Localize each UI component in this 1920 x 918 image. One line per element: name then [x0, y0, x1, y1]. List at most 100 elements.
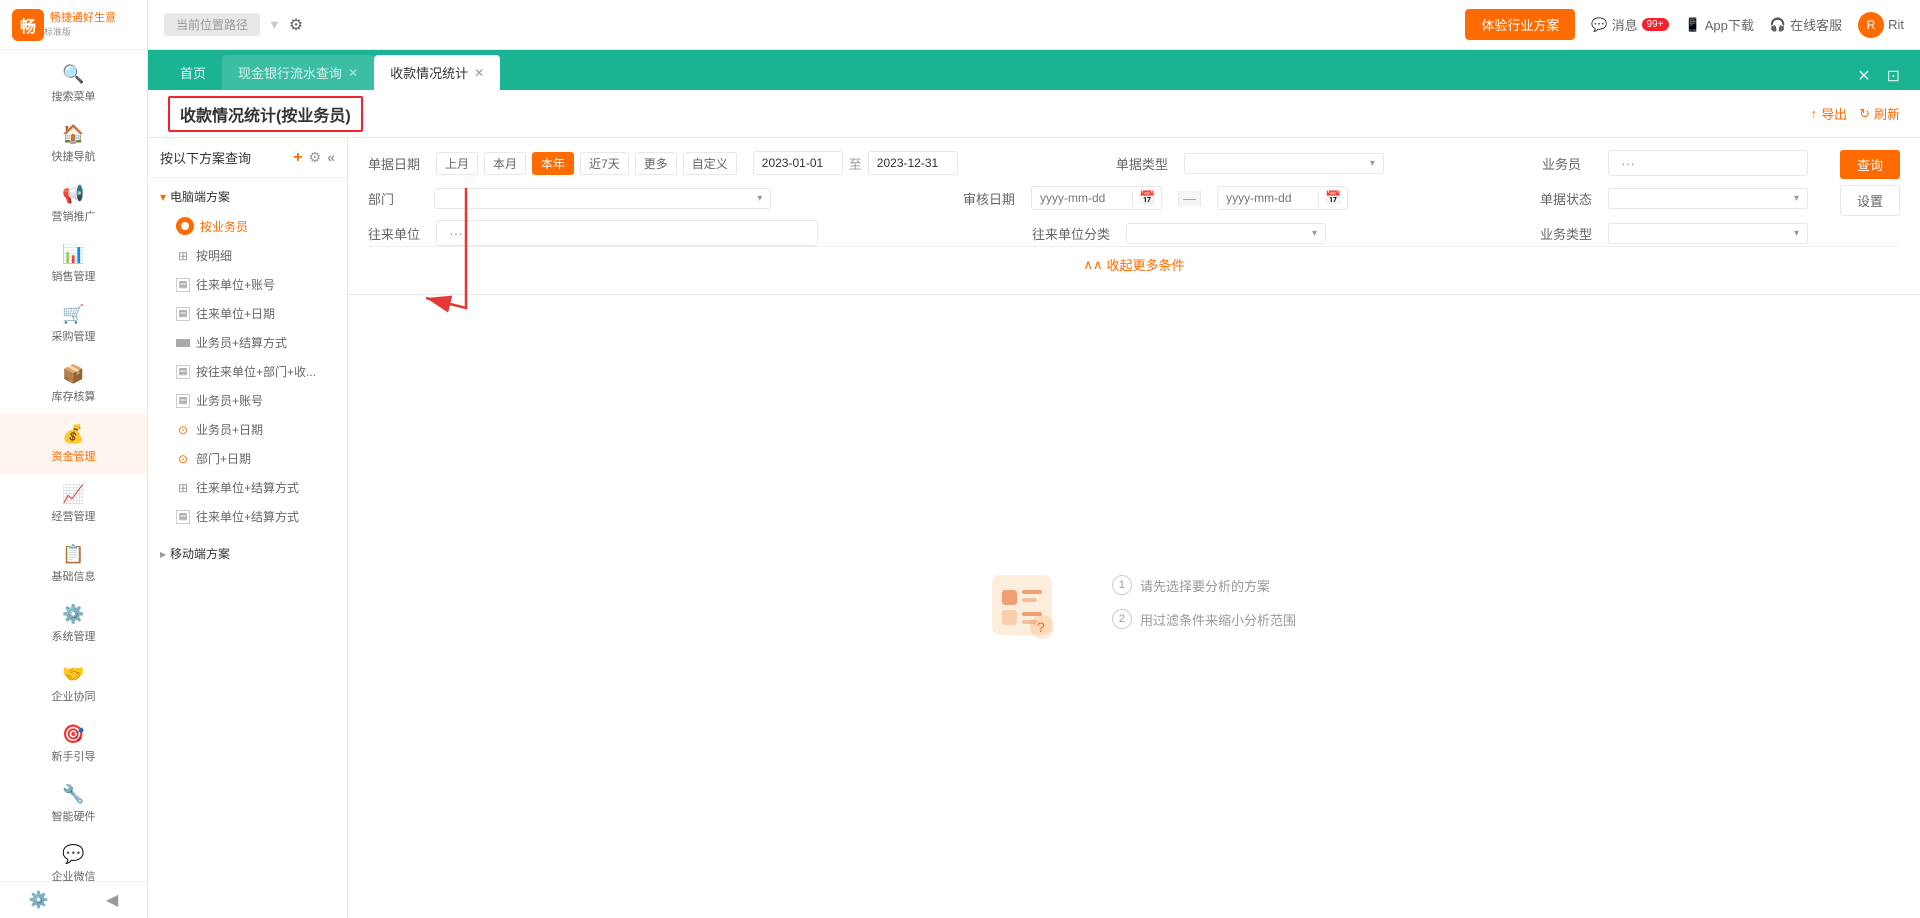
audit-date-to-input[interactable] — [1218, 187, 1318, 209]
audit-date-to-calendar[interactable]: 📅 — [1318, 190, 1347, 206]
tab-receipt-close[interactable]: ✕ — [474, 66, 484, 80]
scheme-supplier-account[interactable]: ▤ 往来单位+账号 — [164, 270, 347, 299]
supplier-dept-icon: ▤ — [176, 365, 190, 379]
date-btn-custom[interactable]: 自定义 — [683, 152, 737, 175]
partner-category-select[interactable]: ▾ — [1126, 223, 1326, 244]
sidebar-item-corp[interactable]: 🤝 企业协同 — [0, 654, 147, 714]
partner-select[interactable]: ··· — [436, 220, 818, 246]
mobile-section-label: 移动端方案 — [170, 545, 230, 562]
sidebar-item-operation[interactable]: 📈 经营管理 — [0, 474, 147, 534]
tab-cashflow[interactable]: 现金银行流水查询 ✕ — [222, 55, 374, 90]
cart-icon: 🛒 — [62, 304, 84, 325]
logo-name: 畅捷通好生意 — [50, 11, 116, 25]
sidebar-label-quicknav: 快捷导航 — [52, 148, 96, 164]
sidebar-item-quicknav[interactable]: 🏠 快捷导航 — [0, 114, 147, 174]
sidebar-item-system[interactable]: ⚙️ 系统管理 — [0, 594, 147, 654]
mobile-section-arrow: ▸ — [160, 547, 166, 561]
date-btn-this-year[interactable]: 本年 — [532, 152, 574, 175]
audit-date-from-calendar[interactable]: 📅 — [1132, 190, 1161, 206]
salesperson-select[interactable]: ··· — [1608, 150, 1808, 176]
tab-home[interactable]: 首页 — [164, 55, 222, 90]
salesperson-filter-label: 业务员 — [1542, 154, 1592, 173]
salesperson-more-icon[interactable]: ··· — [1621, 155, 1635, 171]
tab-cashflow-close[interactable]: ✕ — [348, 66, 358, 80]
sidebar-item-inventory[interactable]: 📦 库存核算 — [0, 354, 147, 414]
scheme-salesperson-account[interactable]: ▤ 业务员+账号 — [164, 386, 347, 415]
export-button[interactable]: ↑ 导出 — [1811, 104, 1848, 123]
collapse-sidebar-icon[interactable]: ◀ — [106, 890, 118, 910]
scheme-supplier-dept[interactable]: ▤ 按往来单位+部门+收... — [164, 357, 347, 386]
audit-date-label: 审核日期 — [963, 189, 1015, 208]
breadcrumb: 当前位置路径 — [164, 13, 260, 36]
sidebar-item-finance[interactable]: 💰 资金管理 — [0, 414, 147, 474]
sidebar-item-guide[interactable]: 🎯 新手引导 — [0, 714, 147, 774]
scheme-by-salesperson[interactable]: 按业务员 — [164, 211, 347, 241]
sidebar-item-wechat[interactable]: 💬 企业微信 — [0, 834, 147, 881]
partner-category-chevron: ▾ — [1312, 228, 1317, 239]
desktop-schemes-section: ▾ 电脑端方案 按业务员 ⊞ 按明细 ▤ — [148, 178, 347, 535]
partner-more-icon[interactable]: ··· — [449, 225, 463, 241]
logo-icon: 畅 — [12, 9, 44, 41]
tabs-bar: 首页 现金银行流水查询 ✕ 收款情况统计 ✕ ✕ ⊡ — [148, 50, 1920, 90]
user-avatar[interactable]: R Rit — [1858, 12, 1904, 38]
step-1-num: 1 — [1112, 575, 1132, 595]
dept-select[interactable]: ▾ — [434, 188, 771, 209]
app-download-button[interactable]: 📱 App下载 — [1685, 15, 1754, 34]
add-scheme-button[interactable]: + — [293, 149, 302, 167]
close-all-tabs-button[interactable]: ✕ — [1853, 62, 1874, 90]
dept-chevron: ▾ — [757, 193, 762, 204]
date-btn-last-month[interactable]: 上月 — [436, 152, 478, 175]
scheme-supplier-date[interactable]: ▤ 往来单位+日期 — [164, 299, 347, 328]
audit-date-separator: — — [1178, 191, 1201, 206]
page-actions: ↑ 导出 ↻ 刷新 — [1811, 104, 1900, 123]
scheme-settings-icon[interactable]: ⚙ — [309, 149, 322, 167]
date-btn-7days[interactable]: 近7天 — [580, 152, 629, 175]
collapse-more-conditions[interactable]: ∧∧ 收起更多条件 — [368, 246, 1900, 282]
message-button[interactable]: 💬 消息 99+ — [1591, 15, 1668, 34]
date-to-input[interactable] — [868, 151, 958, 175]
collapse-panel-icon[interactable]: « — [327, 149, 335, 167]
online-service-label: 在线客服 — [1790, 15, 1842, 34]
panel-header-icons: + ⚙ « — [293, 149, 335, 167]
tab-home-label: 首页 — [180, 63, 206, 82]
doc-status-select[interactable]: ▾ — [1608, 188, 1808, 209]
empty-step-1: 1 请先选择要分析的方案 — [1112, 575, 1296, 595]
sidebar-item-basic[interactable]: 📋 基础信息 — [0, 534, 147, 594]
settings-bottom-icon[interactable]: ⚙️ — [29, 890, 49, 910]
sidebar-item-marketing[interactable]: 📢 营销推广 — [0, 174, 147, 234]
scheme-supplier-settle1[interactable]: ⊞ 往来单位+结算方式 — [164, 473, 347, 502]
biz-type-select[interactable]: ▾ — [1608, 223, 1808, 244]
page-title-box: 收款情况统计(按业务员) — [168, 96, 363, 132]
detail-icon: ⊞ — [176, 249, 190, 263]
query-button[interactable]: 查询 — [1840, 150, 1900, 179]
topbar-settings-icon[interactable]: ⚙ — [289, 15, 303, 35]
sidebar-item-search[interactable]: 🔍 搜索菜单 — [0, 54, 147, 114]
audit-date-from-input[interactable] — [1032, 187, 1132, 209]
tab-receipt[interactable]: 收款情况统计 ✕ — [374, 55, 500, 90]
maximize-button[interactable]: ⊡ — [1883, 62, 1904, 90]
filter-rows-container: 单据日期 上月 本月 本年 近7天 更多 自定义 至 — [368, 150, 1900, 246]
date-btn-this-month[interactable]: 本月 — [484, 152, 526, 175]
filter-area: 单据日期 上月 本月 本年 近7天 更多 自定义 至 — [348, 138, 1920, 295]
sidebar-item-purchase[interactable]: 🛒 采购管理 — [0, 294, 147, 354]
mobile-section-header[interactable]: ▸ 移动端方案 — [148, 539, 347, 568]
scheme-salesperson-settle[interactable]: 业务员+结算方式 — [164, 328, 347, 357]
date-btn-more[interactable]: 更多 — [635, 152, 677, 175]
scheme-by-detail[interactable]: ⊞ 按明细 — [164, 241, 347, 270]
online-service-button[interactable]: 🎧 在线客服 — [1770, 15, 1842, 34]
refresh-button[interactable]: ↻ 刷新 — [1859, 104, 1900, 123]
scheme-salesperson-date[interactable]: ⊙ 业务员+日期 — [164, 415, 347, 444]
sidebar-item-sales[interactable]: 📊 销售管理 — [0, 234, 147, 294]
trending-icon: 📈 — [62, 484, 84, 505]
topbar-right: 体验行业方案 💬 消息 99+ 📱 App下载 🎧 在线客服 R Rit — [1465, 9, 1904, 40]
desktop-section-header[interactable]: ▾ 电脑端方案 — [148, 182, 347, 211]
money-icon: 💰 — [62, 424, 84, 445]
settings-button[interactable]: 设置 — [1840, 185, 1900, 216]
sidebar-item-hardware[interactable]: 🔧 智能硬件 — [0, 774, 147, 834]
scheme-supplier-account-label: 往来单位+账号 — [196, 276, 275, 293]
date-from-input[interactable] — [753, 151, 843, 175]
doc-type-select[interactable]: ▾ — [1184, 153, 1384, 174]
scheme-dept-date[interactable]: ⊙ 部门+日期 — [164, 444, 347, 473]
scheme-supplier-settle2[interactable]: ▤ 往来单位+结算方式 — [164, 502, 347, 531]
trial-button[interactable]: 体验行业方案 — [1465, 9, 1575, 40]
